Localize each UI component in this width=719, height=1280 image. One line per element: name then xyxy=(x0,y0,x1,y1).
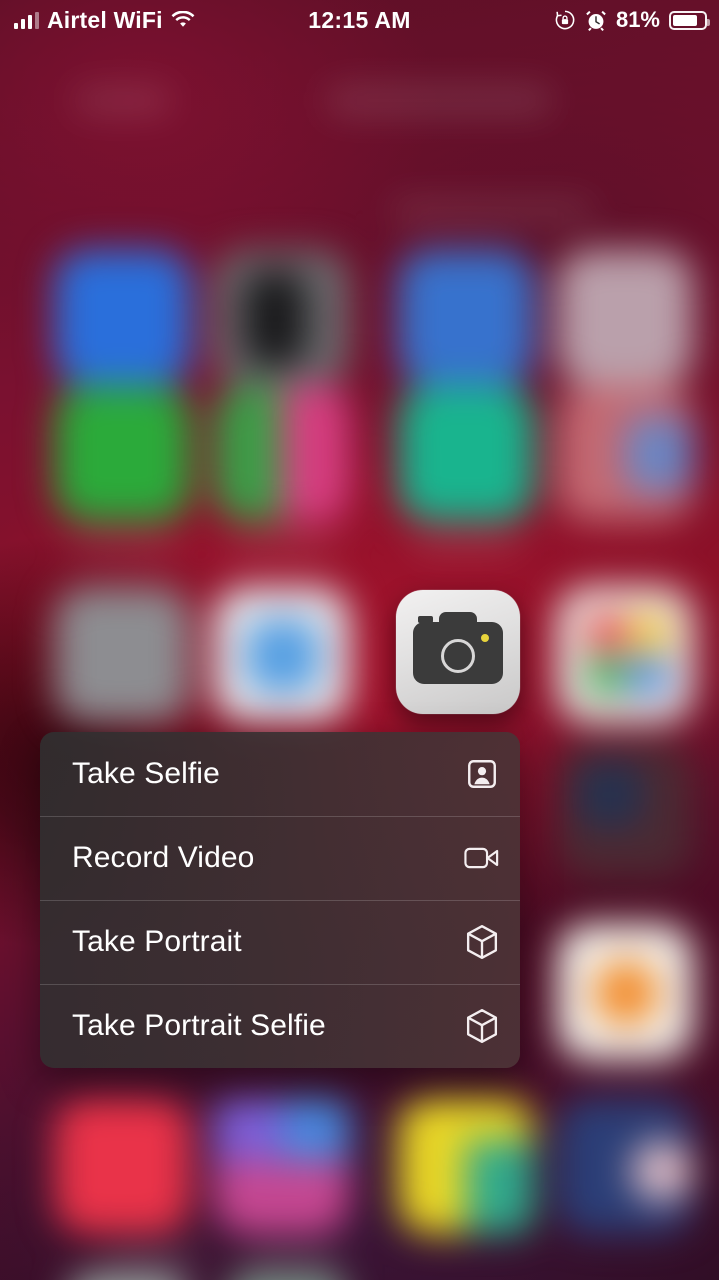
menu-item-label: Take Portrait xyxy=(72,925,242,958)
video-camera-icon xyxy=(444,843,520,873)
iphone-home-screen: Take Selfie Record Video Take Portrait T… xyxy=(0,0,719,1280)
status-bar-right: 81% xyxy=(554,0,710,40)
menu-item-take-portrait-selfie[interactable]: Take Portrait Selfie xyxy=(40,984,520,1068)
menu-item-label: Take Selfie xyxy=(72,757,220,790)
camera-icon-indicator xyxy=(481,634,489,642)
battery-fill xyxy=(673,14,698,26)
rotation-lock-icon xyxy=(554,9,576,31)
menu-item-label: Take Portrait Selfie xyxy=(72,1009,326,1042)
cube-3d-icon xyxy=(444,1008,520,1044)
battery-icon xyxy=(669,10,710,30)
camera-icon-lens xyxy=(441,639,475,673)
menu-item-take-portrait[interactable]: Take Portrait xyxy=(40,900,520,984)
menu-item-take-selfie[interactable]: Take Selfie xyxy=(40,732,520,816)
status-bar: Airtel WiFi 12:15 AM 81% xyxy=(0,0,719,40)
person-in-frame-icon xyxy=(444,757,520,791)
camera-app-icon[interactable] xyxy=(396,590,520,714)
blurred-app-grid xyxy=(0,0,719,1280)
battery-percent-label: 81% xyxy=(615,7,660,32)
camera-quick-actions-menu: Take Selfie Record Video Take Portrait T… xyxy=(40,732,520,1068)
menu-item-label: Record Video xyxy=(72,841,255,874)
alarm-clock-icon xyxy=(585,9,607,31)
battery-cap xyxy=(707,18,710,26)
menu-item-record-video[interactable]: Record Video xyxy=(40,816,520,900)
cube-3d-icon xyxy=(444,924,520,960)
